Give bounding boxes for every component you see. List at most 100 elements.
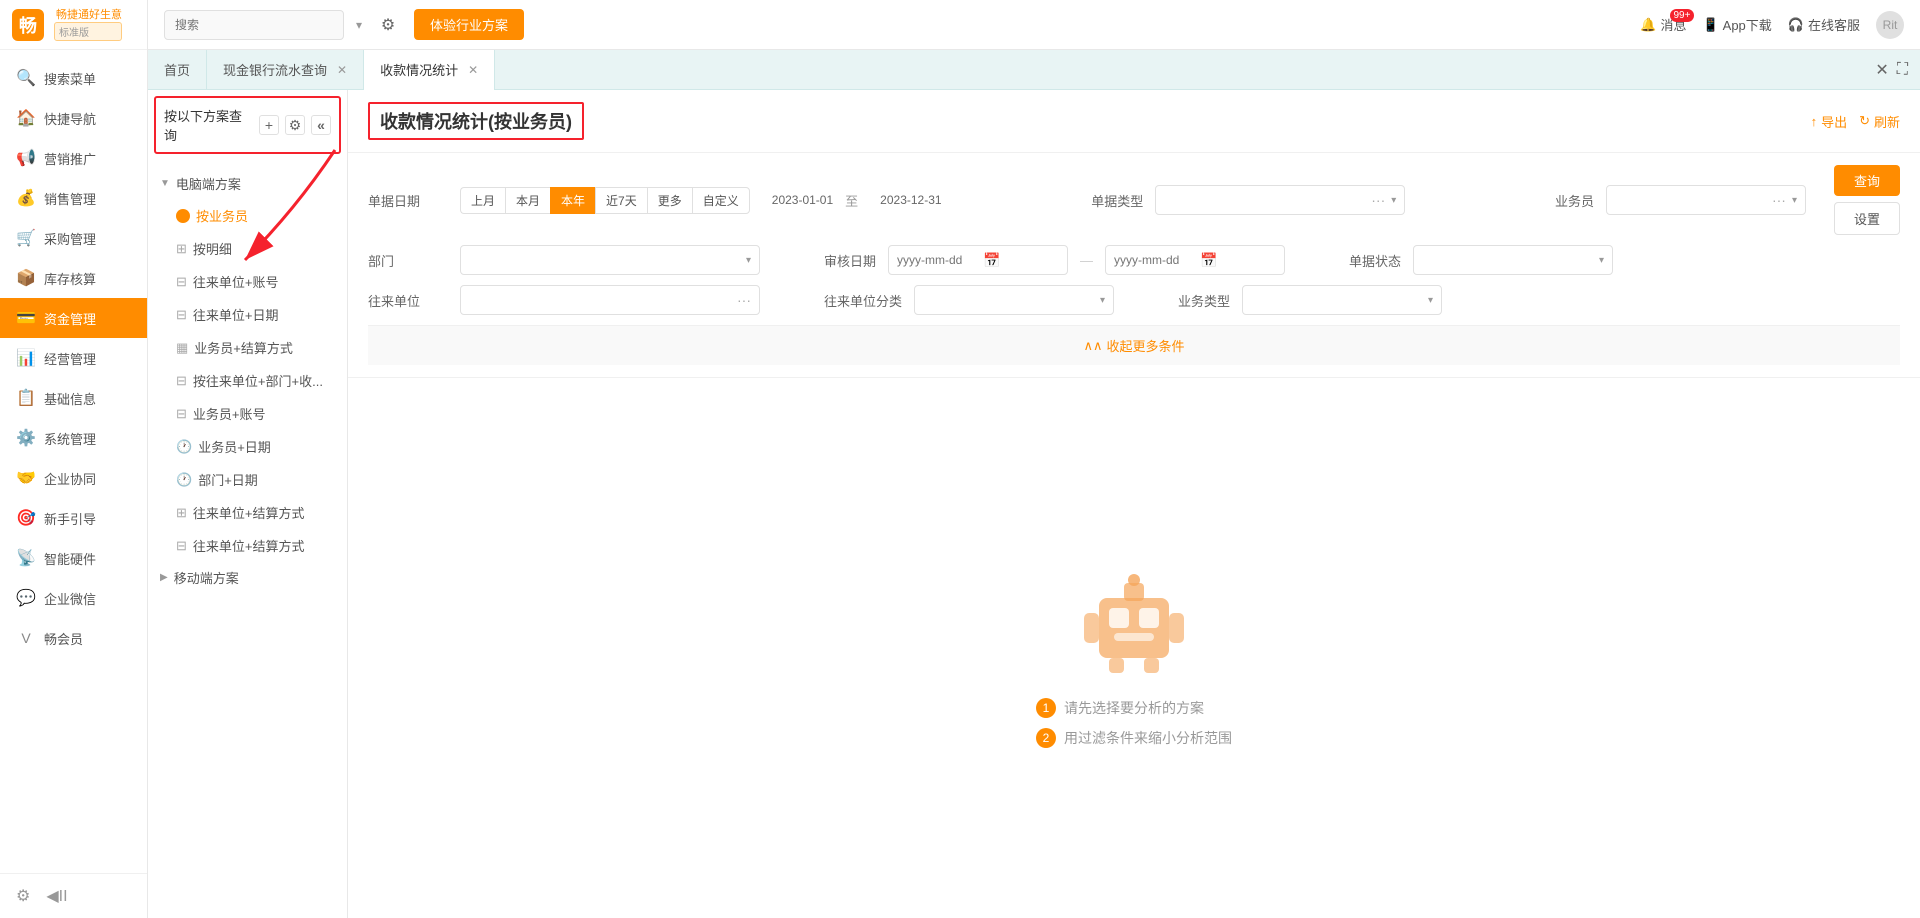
doc-status-select[interactable]: ▾ xyxy=(1413,245,1613,275)
counter-category-select[interactable]: ▾ xyxy=(914,285,1114,315)
salesman-label: 业务员 xyxy=(1555,191,1594,210)
schema-item-label: 业务员+日期 xyxy=(198,437,271,456)
counter-category-label: 往来单位分类 xyxy=(824,291,902,310)
sidebar-item-basic[interactable]: 📋 基础信息 xyxy=(0,378,147,418)
salesman-more-icon[interactable]: ··· xyxy=(1772,192,1786,208)
sidebar-item-system[interactable]: ⚙️ 系统管理 xyxy=(0,418,147,458)
sidebar-item-quick-nav[interactable]: 🏠 快捷导航 xyxy=(0,98,147,138)
tab-close-bank-flow[interactable]: ✕ xyxy=(337,63,347,77)
schema-item-salesman-settlement[interactable]: ▦ 业务员+结算方式 xyxy=(148,331,347,364)
sidebar-item-wechat[interactable]: 💬 企业微信 xyxy=(0,578,147,618)
settings-button[interactable]: 设置 xyxy=(1834,202,1900,235)
schema-item-counter-date[interactable]: ⊟ 往来单位+日期 xyxy=(148,298,347,331)
salesman-select[interactable]: ··· ▾ xyxy=(1606,185,1806,215)
doc-status-label: 单据状态 xyxy=(1349,251,1401,270)
doc-type-more-icon[interactable]: ··· xyxy=(1371,192,1385,208)
dept-label: 部门 xyxy=(368,251,448,270)
sidebar-item-guide[interactable]: 🎯 新手引导 xyxy=(0,498,147,538)
query-button[interactable]: 查询 xyxy=(1834,165,1900,196)
schema-group-pc-header[interactable]: ▼ 电脑端方案 xyxy=(148,168,347,199)
schema-item-salesman-date[interactable]: 🕐 业务员+日期 xyxy=(148,430,347,463)
settings-bottom-icon[interactable]: ⚙ xyxy=(16,886,30,906)
schema-item-counter-settlement1[interactable]: ⊞ 往来单位+结算方式 xyxy=(148,496,347,529)
schema-group-mobile: ▶ 移动端方案 xyxy=(148,562,347,593)
schema-add-icon[interactable]: + xyxy=(259,115,279,135)
phone-icon: 📱 xyxy=(1702,17,1718,33)
this-year-btn[interactable]: 本年 xyxy=(550,187,595,214)
calendar-end-icon[interactable]: 📅 xyxy=(1200,252,1217,269)
tab-home[interactable]: 首页 xyxy=(148,50,207,90)
header-search-input[interactable] xyxy=(164,10,344,40)
sidebar-item-corp[interactable]: 🤝 企业协同 xyxy=(0,458,147,498)
schema-item-salesman-account[interactable]: ⊟ 业务员+账号 xyxy=(148,397,347,430)
sidebar-item-marketing[interactable]: 📢 营销推广 xyxy=(0,138,147,178)
sidebar-item-sales[interactable]: 💰 销售管理 xyxy=(0,178,147,218)
tip-1-num: 1 xyxy=(1036,698,1056,718)
header-dropdown-icon[interactable]: ▾ xyxy=(356,18,362,32)
sidebar-item-purchase[interactable]: 🛒 采购管理 xyxy=(0,218,147,258)
audit-date-start-input[interactable] xyxy=(897,253,977,267)
last7-btn[interactable]: 近7天 xyxy=(595,187,647,214)
clock-icon: 🕐 xyxy=(176,439,192,455)
last-month-btn[interactable]: 上月 xyxy=(460,187,505,214)
custom-date-btn[interactable]: 自定义 xyxy=(692,187,750,214)
schema-item-counter-account[interactable]: ⊟ 往来单位+账号 xyxy=(148,265,347,298)
counter-dots-icon[interactable]: ··· xyxy=(737,292,751,308)
tab-close-collection-stats[interactable]: ✕ xyxy=(468,63,478,77)
schema-item-counter-dept-collect[interactable]: ⊟ 按往来单位+部门+收... xyxy=(148,364,347,397)
wechat-icon: 💬 xyxy=(16,588,36,608)
trial-btn[interactable]: 体验行业方案 xyxy=(414,9,524,40)
collapse-filter-bar[interactable]: ∧∧ 收起更多条件 xyxy=(368,325,1900,365)
date-range-start: 2023-01-01 xyxy=(772,193,833,207)
corp-icon: 🤝 xyxy=(16,468,36,488)
collapse-sidebar-icon[interactable]: ◀II xyxy=(46,886,67,906)
system-icon: ⚙️ xyxy=(16,428,36,448)
header-online-service[interactable]: 🎧 在线客服 xyxy=(1788,15,1860,34)
close-window-icon[interactable]: ✕ xyxy=(1875,60,1888,80)
schema-item-label: 按明细 xyxy=(193,239,232,258)
hardware-icon: 📡 xyxy=(16,548,36,568)
dept-select[interactable]: ▾ xyxy=(460,245,760,275)
schema-item-label: 往来单位+结算方式 xyxy=(193,536,305,555)
tab-collection-stats[interactable]: 收款情况统计 ✕ xyxy=(364,50,495,90)
sidebar-item-operations[interactable]: 📊 经营管理 xyxy=(0,338,147,378)
more-date-btn[interactable]: 更多 xyxy=(647,187,692,214)
user-avatar[interactable]: Rit xyxy=(1876,11,1904,39)
calendar-start-icon[interactable]: 📅 xyxy=(983,252,1000,269)
schema-item-dept-date[interactable]: 🕐 部门+日期 xyxy=(148,463,347,496)
schema-settings-icon[interactable]: ⚙ xyxy=(285,115,305,135)
biz-type-select[interactable]: ▾ xyxy=(1242,285,1442,315)
schema-group-pc: ▼ 电脑端方案 按业务员 ⊞ 按明细 ⊟ 往来单位+账号 xyxy=(148,168,347,562)
schema-item-counter-settlement2[interactable]: ⊟ 往来单位+结算方式 xyxy=(148,529,347,562)
doc-type-select[interactable]: ··· ▾ xyxy=(1155,185,1405,215)
sidebar-item-label: 资金管理 xyxy=(44,309,96,328)
export-button[interactable]: ↑ 导出 xyxy=(1811,112,1848,131)
header-message[interactable]: 🔔 消息 99+ xyxy=(1640,15,1686,34)
sidebar-item-label: 经营管理 xyxy=(44,349,96,368)
operations-icon: 📊 xyxy=(16,348,36,368)
maximize-window-icon[interactable]: ⛶ xyxy=(1897,61,1908,79)
header-gear-icon[interactable]: ⚙ xyxy=(374,11,402,39)
schema-panel: 按以下方案查询 + ⚙ « ▼ 电脑端方案 按业务员 xyxy=(148,90,348,918)
refresh-button[interactable]: ↻ 刷新 xyxy=(1859,112,1900,131)
sidebar-item-hardware[interactable]: 📡 智能硬件 xyxy=(0,538,147,578)
schema-item-by-detail[interactable]: ⊞ 按明细 xyxy=(148,232,347,265)
counter-select[interactable]: ··· xyxy=(460,285,760,315)
schema-item-label: 按业务员 xyxy=(196,206,248,225)
header-app-download[interactable]: 📱 App下载 xyxy=(1702,15,1771,34)
audit-date-end-input[interactable] xyxy=(1114,253,1194,267)
page-title: 收款情况统计(按业务员) xyxy=(380,112,572,132)
tab-bank-flow[interactable]: 现金银行流水查询 ✕ xyxy=(207,50,364,90)
sidebar-item-label: 系统管理 xyxy=(44,429,96,448)
schema-collapse-icon[interactable]: « xyxy=(311,115,331,135)
sidebar-item-finance[interactable]: 💳 资金管理 xyxy=(0,298,147,338)
sidebar-item-inventory[interactable]: 📦 库存核算 xyxy=(0,258,147,298)
schema-item-by-salesman[interactable]: 按业务员 xyxy=(148,199,347,232)
schema-group-mobile-header[interactable]: ▶ 移动端方案 xyxy=(148,562,347,593)
home-icon: 🏠 xyxy=(16,108,36,128)
sidebar-item-label: 新手引导 xyxy=(44,509,96,528)
sidebar-item-member[interactable]: V 畅会员 xyxy=(0,618,147,658)
grid2-icon: ⊞ xyxy=(176,505,187,521)
sidebar-item-search[interactable]: 🔍 搜索菜单 xyxy=(0,58,147,98)
this-month-btn[interactable]: 本月 xyxy=(505,187,550,214)
